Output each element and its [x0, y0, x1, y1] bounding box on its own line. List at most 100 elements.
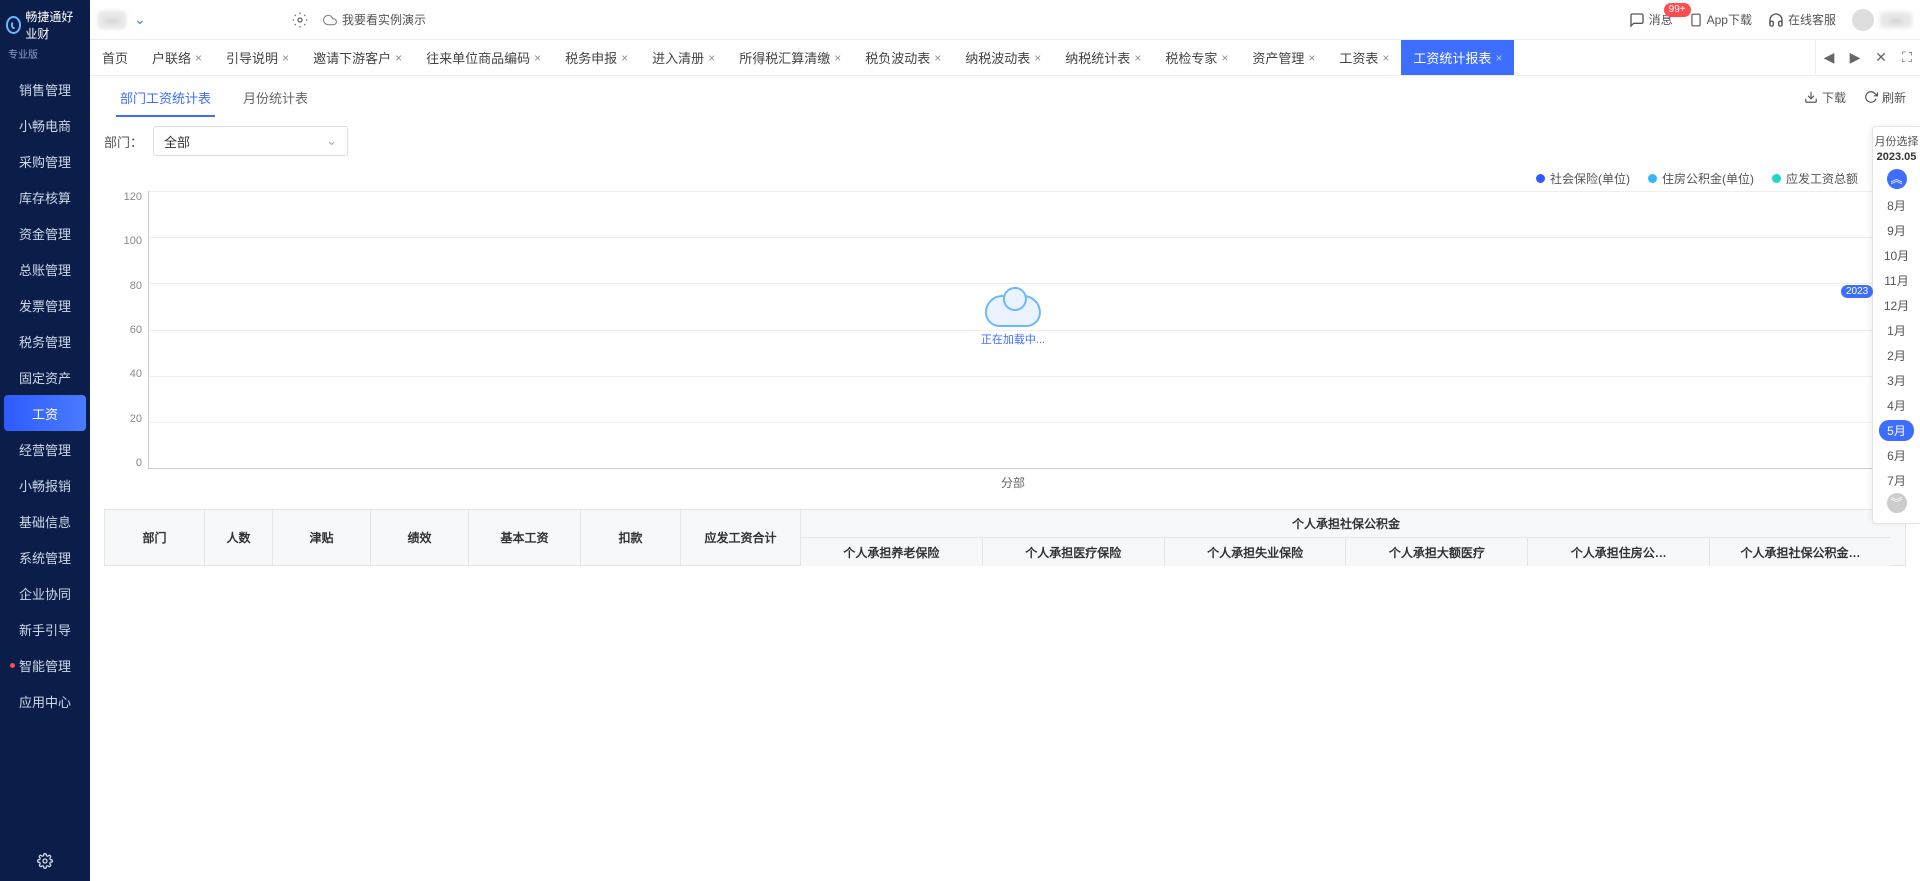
legend-dot-icon	[1772, 174, 1781, 183]
sidebar-item-17[interactable]: 应用中心	[0, 683, 90, 719]
org-selector[interactable]: — ⌄	[98, 11, 278, 29]
tab-4[interactable]: 往来单位商品编码 ×	[414, 40, 553, 75]
sidebar-item-11[interactable]: 小畅报销	[0, 467, 90, 503]
sidebar-item-6[interactable]: 发票管理	[0, 287, 90, 323]
tab-close-icon[interactable]: ×	[834, 51, 841, 65]
sidebar-settings[interactable]	[0, 841, 90, 881]
tab-6[interactable]: 进入清册×	[640, 40, 727, 75]
chart: 120100806040200 分部 正在加载中...	[148, 191, 1878, 491]
month-item-0[interactable]: 8月	[1873, 193, 1920, 218]
tabs-scroll-right[interactable]: ▶	[1842, 40, 1868, 75]
app-download-button[interactable]: App下载	[1689, 11, 1752, 28]
tab-close-icon[interactable]: ×	[1495, 51, 1502, 65]
refresh-button[interactable]: 刷新	[1864, 89, 1906, 106]
refresh-label: 刷新	[1882, 89, 1906, 106]
tab-2[interactable]: 引导说明×	[214, 40, 301, 75]
tab-3[interactable]: 邀请下游客户 ×	[301, 40, 414, 75]
sidebar-item-label: 采购管理	[19, 152, 71, 171]
tab-5[interactable]: 税务申报×	[553, 40, 640, 75]
sidebar-item-15[interactable]: 新手引导	[0, 611, 90, 647]
month-item-6[interactable]: 2月	[1873, 343, 1920, 368]
month-item-9[interactable]: 5月	[1879, 420, 1914, 441]
tabs-fullscreen[interactable]: ⛶	[1894, 40, 1920, 75]
sidebar-item-10[interactable]: 经营管理	[0, 431, 90, 467]
ytick-label: 40	[112, 368, 142, 380]
tab-close-icon[interactable]: ×	[934, 51, 941, 65]
tab-13[interactable]: 工资表×	[1327, 40, 1401, 75]
headset-icon	[1768, 12, 1784, 28]
tabs-close-all[interactable]: ✕	[1868, 40, 1894, 75]
sidebar-item-8[interactable]: 固定资产	[0, 359, 90, 395]
sidebar-item-label: 新手引导	[19, 620, 71, 639]
tab-close-icon[interactable]: ×	[1308, 51, 1315, 65]
sidebar-item-9[interactable]: 工资	[4, 395, 86, 431]
month-item-4[interactable]: 12月	[1873, 293, 1920, 318]
org-name: —	[98, 11, 126, 29]
month-item-2[interactable]: 10月	[1873, 243, 1920, 268]
org-settings-button[interactable]	[288, 8, 312, 32]
tab-close-icon[interactable]: ×	[395, 51, 402, 65]
month-item-3[interactable]: 11月	[1873, 268, 1920, 293]
online-service-button[interactable]: 在线客服	[1768, 11, 1836, 28]
tab-0[interactable]: 首页	[90, 40, 140, 75]
month-item-10[interactable]: 6月	[1873, 443, 1920, 468]
ytick-label: 60	[112, 324, 142, 336]
sidebar-item-14[interactable]: 企业协同	[0, 575, 90, 611]
tab-close-icon[interactable]: ×	[1034, 51, 1041, 65]
tab-7[interactable]: 所得税汇算清缴×	[727, 40, 853, 75]
sidebar-item-13[interactable]: 系统管理	[0, 539, 90, 575]
logo-icon	[6, 16, 21, 34]
filter-dept-select[interactable]: 全部 ⌄	[153, 126, 348, 156]
month-item-8[interactable]: 4月	[1873, 393, 1920, 418]
subtab-month-stats[interactable]: 月份统计表	[227, 78, 324, 117]
sidebar-item-16[interactable]: 智能管理	[0, 647, 90, 683]
tab-label: 邀请下游客户	[313, 48, 391, 67]
tab-11[interactable]: 税检专家×	[1153, 40, 1240, 75]
sidebar-item-3[interactable]: 库存核算	[0, 179, 90, 215]
month-scroll-down[interactable]: ︾	[1887, 493, 1907, 513]
chart-area: 社会保险(单位) 住房公积金(单位) 应发工资总额 120100806040200 …	[112, 170, 1898, 491]
legend-item[interactable]: 应发工资总额	[1772, 170, 1858, 187]
tab-close-icon[interactable]: ×	[195, 51, 202, 65]
grid-line	[149, 191, 1878, 192]
tab-close-icon[interactable]: ×	[1382, 51, 1389, 65]
messages-button[interactable]: 消息 99+	[1629, 11, 1673, 28]
tab-close-icon[interactable]: ×	[1134, 51, 1141, 65]
tab-10[interactable]: 纳税统计表×	[1053, 40, 1153, 75]
tab-label: 工资统计报表	[1413, 48, 1491, 67]
message-icon	[1629, 12, 1645, 28]
legend-item[interactable]: 社会保险(单位)	[1536, 170, 1630, 187]
tab-14[interactable]: 工资统计报表 ×	[1401, 40, 1514, 75]
tabs-scroll-left[interactable]: ◀	[1816, 40, 1842, 75]
sidebar-item-5[interactable]: 总账管理	[0, 251, 90, 287]
month-item-11[interactable]: 7月	[1873, 468, 1920, 493]
month-item-7[interactable]: 3月	[1873, 368, 1920, 393]
sidebar-item-2[interactable]: 采购管理	[0, 143, 90, 179]
user-menu[interactable]: —	[1852, 9, 1912, 31]
sidebar-item-0[interactable]: 销售管理	[0, 71, 90, 107]
tab-close-icon[interactable]: ×	[621, 51, 628, 65]
sidebar-item-4[interactable]: 资金管理	[0, 215, 90, 251]
month-item-5[interactable]: 1月	[1873, 318, 1920, 343]
sidebar-item-7[interactable]: 税务管理	[0, 323, 90, 359]
legend-item[interactable]: 住房公积金(单位)	[1648, 170, 1754, 187]
demo-link[interactable]: 我要看实例演示	[322, 11, 426, 28]
tab-8[interactable]: 税负波动表×	[853, 40, 953, 75]
tab-1[interactable]: 户联络×	[140, 40, 214, 75]
tab-close-icon[interactable]: ×	[282, 51, 289, 65]
month-panel-title: 月份选择	[1873, 133, 1920, 151]
download-button[interactable]: 下载	[1804, 89, 1846, 106]
month-scroll-up[interactable]: ︽	[1887, 169, 1907, 189]
tab-close-icon[interactable]: ×	[534, 51, 541, 65]
tab-close-icon[interactable]: ×	[708, 51, 715, 65]
sidebar-item-1[interactable]: 小畅电商	[0, 107, 90, 143]
tab-12[interactable]: 资产管理×	[1240, 40, 1327, 75]
filter-row: 部门： 全部 ⌄	[104, 118, 1906, 170]
sidebar-item-12[interactable]: 基础信息	[0, 503, 90, 539]
th-group-title: 个人承担社保公积金	[801, 510, 1891, 538]
tab-label: 往来单位商品编码	[426, 48, 530, 67]
tab-9[interactable]: 纳税波动表×	[953, 40, 1053, 75]
tab-close-icon[interactable]: ×	[1221, 51, 1228, 65]
month-item-1[interactable]: 9月	[1873, 218, 1920, 243]
subtab-dept-stats[interactable]: 部门工资统计表	[104, 78, 227, 117]
